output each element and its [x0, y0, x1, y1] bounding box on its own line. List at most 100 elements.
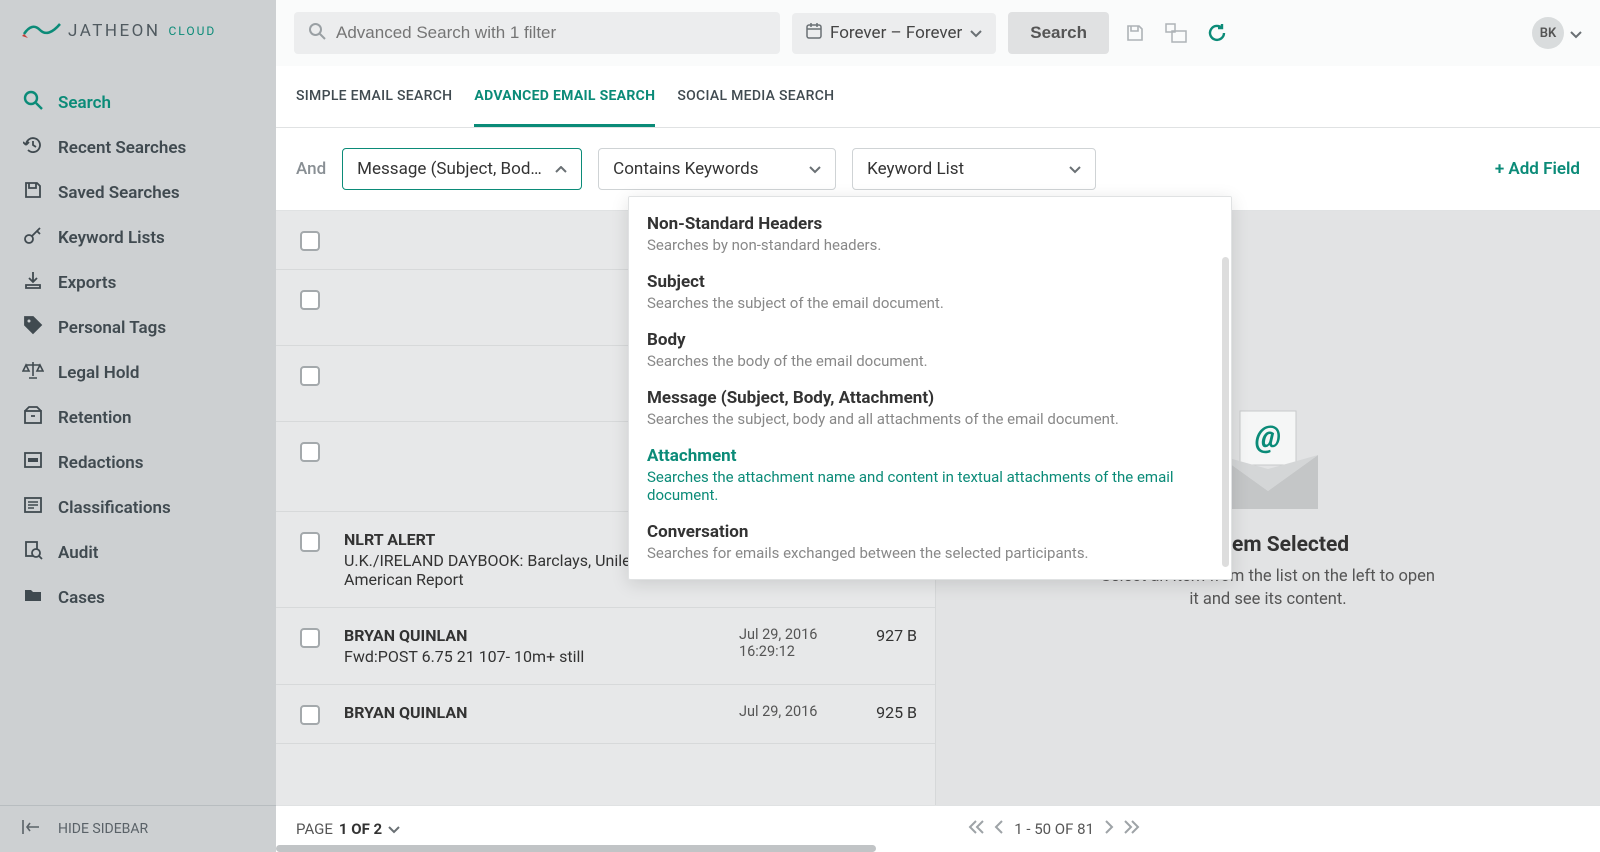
filter-value-value: Keyword List	[867, 159, 964, 179]
result-checkbox-wrap	[276, 229, 344, 251]
sidebar-item-label: Redactions	[58, 453, 144, 473]
result-checkbox[interactable]	[300, 705, 320, 725]
result-row[interactable]: BRYAN QUINLAN Fwd:POST 6.75 21 107- 10m+…	[276, 608, 935, 685]
tab-advanced-email-search[interactable]: ADVANCED EMAIL SEARCH	[474, 66, 655, 127]
last-page-button[interactable]	[1124, 820, 1140, 838]
advanced-search-input[interactable]	[336, 23, 766, 43]
result-checkbox[interactable]	[300, 628, 320, 648]
tag-icon	[22, 315, 44, 340]
folder-icon	[22, 585, 44, 610]
export-icon[interactable]	[1161, 19, 1191, 47]
result-from: BRYAN QUINLAN	[344, 626, 727, 645]
hide-sidebar-label: HIDE SIDEBAR	[58, 821, 148, 837]
advanced-search-input-wrap[interactable]	[294, 12, 780, 54]
result-checkbox[interactable]	[300, 442, 320, 462]
option-title: Attachment	[647, 446, 1213, 466]
tab-simple-email-search[interactable]: SIMPLE EMAIL SEARCH	[296, 66, 452, 127]
hide-sidebar-button[interactable]: HIDE SIDEBAR	[0, 805, 276, 852]
redaction-icon	[22, 450, 44, 475]
sidebar-nav: Search Recent SearchesSaved SearchesKeywo…	[0, 62, 276, 805]
sidebar-item-cases[interactable]: Cases	[0, 575, 276, 620]
filter-option-subject[interactable]: SubjectSearches the subject of the email…	[629, 263, 1231, 321]
result-checkbox-wrap	[276, 364, 344, 403]
search-button[interactable]: Search	[1008, 12, 1109, 54]
result-subject: Fwd:POST 6.75 21 107- 10m+ still	[344, 647, 727, 666]
sidebar-item-label: Retention	[58, 408, 132, 428]
page-selector[interactable]: PAGE 1 OF 2	[296, 820, 400, 838]
retention-icon	[22, 405, 44, 430]
refresh-icon[interactable]	[1203, 19, 1231, 47]
add-field-button[interactable]: + Add Field	[1495, 159, 1580, 179]
sidebar-item-personal-tags[interactable]: Personal Tags	[0, 305, 276, 350]
result-checkbox[interactable]	[300, 290, 320, 310]
next-page-button[interactable]	[1104, 820, 1114, 838]
user-menu[interactable]: BK	[1532, 17, 1582, 49]
sidebar-item-label: Search	[58, 93, 111, 113]
date-range-picker[interactable]: Forever – Forever	[792, 13, 996, 54]
result-checkbox-wrap	[276, 703, 344, 725]
result-checkbox-wrap	[276, 440, 344, 493]
result-checkbox[interactable]	[300, 231, 320, 251]
calendar-icon	[806, 23, 822, 44]
filter-option-attachment[interactable]: AttachmentSearches the attachment name a…	[629, 437, 1231, 513]
sidebar-item-exports[interactable]: Exports	[0, 260, 276, 305]
option-desc: Searches by non-standard headers.	[647, 236, 1213, 254]
save-search-icon[interactable]	[1121, 19, 1149, 47]
filter-option-conversation[interactable]: ConversationSearches for emails exchange…	[629, 513, 1231, 571]
filter-option-body[interactable]: BodySearches the body of the email docum…	[629, 321, 1231, 379]
filter-row: And Message (Subject, Body,... Contains …	[276, 128, 1600, 211]
sidebar-item-recent-searches[interactable]: Recent Searches	[0, 125, 276, 170]
option-title: Non-Standard Headers	[647, 214, 1213, 234]
result-from: BRYAN QUINLAN	[344, 703, 727, 722]
filter-field-value: Message (Subject, Body,...	[357, 159, 543, 179]
sidebar-item-label: Classifications	[58, 498, 171, 518]
filter-value-dropdown[interactable]: Keyword List	[852, 148, 1096, 190]
sidebar-item-label: Cases	[58, 588, 105, 608]
chevron-down-icon	[1069, 159, 1081, 179]
logo: JATHEON CLOUD	[0, 0, 276, 62]
search-icon	[308, 22, 326, 44]
sidebar-item-saved-searches[interactable]: Saved Searches	[0, 170, 276, 215]
chevron-down-icon	[1570, 24, 1582, 43]
result-checkbox[interactable]	[300, 532, 320, 552]
chevron-down-icon	[388, 820, 400, 838]
prev-page-button[interactable]	[994, 820, 1004, 838]
filter-option-non-standard-headers[interactable]: Non-Standard Headers Searches by non-stan…	[629, 205, 1231, 263]
sidebar-item-search[interactable]: Search	[0, 80, 276, 125]
classification-icon	[22, 495, 44, 520]
sidebar-item-retention[interactable]: Retention	[0, 395, 276, 440]
sidebar-item-classifications[interactable]: Classifications	[0, 485, 276, 530]
balance-icon	[22, 360, 44, 385]
filter-option-message-subject-body-attachment-[interactable]: Message (Subject, Body, Attachment)Searc…	[629, 379, 1231, 437]
sidebar-item-audit[interactable]: Audit	[0, 530, 276, 575]
sidebar: JATHEON CLOUD Search Recent SearchesSaved…	[0, 0, 276, 852]
sidebar-item-legal-hold[interactable]: Legal Hold	[0, 350, 276, 395]
result-checkbox-wrap	[276, 530, 344, 589]
result-date: Jul 29, 201616:29:12	[739, 626, 865, 666]
result-date: Jul 29, 2016	[739, 703, 865, 725]
key-icon	[22, 225, 44, 250]
scrollbar[interactable]	[1222, 257, 1229, 567]
filter-field-dropdown[interactable]: Message (Subject, Body,...	[342, 148, 582, 190]
conjunction-label: And	[296, 159, 326, 179]
filter-match-dropdown[interactable]: Contains Keywords	[598, 148, 836, 190]
option-desc: Searches the subject of the email docume…	[647, 294, 1213, 312]
sidebar-item-label: Personal Tags	[58, 318, 166, 338]
result-row[interactable]: BRYAN QUINLAN Jul 29, 2016925 B	[276, 685, 935, 744]
filter-option-message-size-kb-[interactable]: Message Size (KB)Searches complete email…	[629, 571, 1231, 580]
audit-icon	[22, 540, 44, 565]
avatar: BK	[1532, 17, 1564, 49]
tab-social-media-search[interactable]: SOCIAL MEDIA SEARCH	[677, 66, 834, 127]
chevron-down-icon	[970, 23, 982, 43]
date-range-label: Forever – Forever	[830, 23, 962, 43]
result-checkbox[interactable]	[300, 366, 320, 386]
main: Forever – Forever Search BK	[276, 0, 1600, 852]
history-icon	[22, 135, 44, 160]
first-page-button[interactable]	[968, 820, 984, 838]
horizontal-scrollbar[interactable]	[276, 845, 876, 852]
sidebar-item-redactions[interactable]: Redactions	[0, 440, 276, 485]
option-title: Message (Subject, Body, Attachment)	[647, 388, 1213, 408]
option-title: Conversation	[647, 522, 1213, 542]
sidebar-item-keyword-lists[interactable]: Keyword Lists	[0, 215, 276, 260]
result-body: BRYAN QUINLAN Fwd:POST 6.75 21 107- 10m+…	[344, 626, 739, 666]
